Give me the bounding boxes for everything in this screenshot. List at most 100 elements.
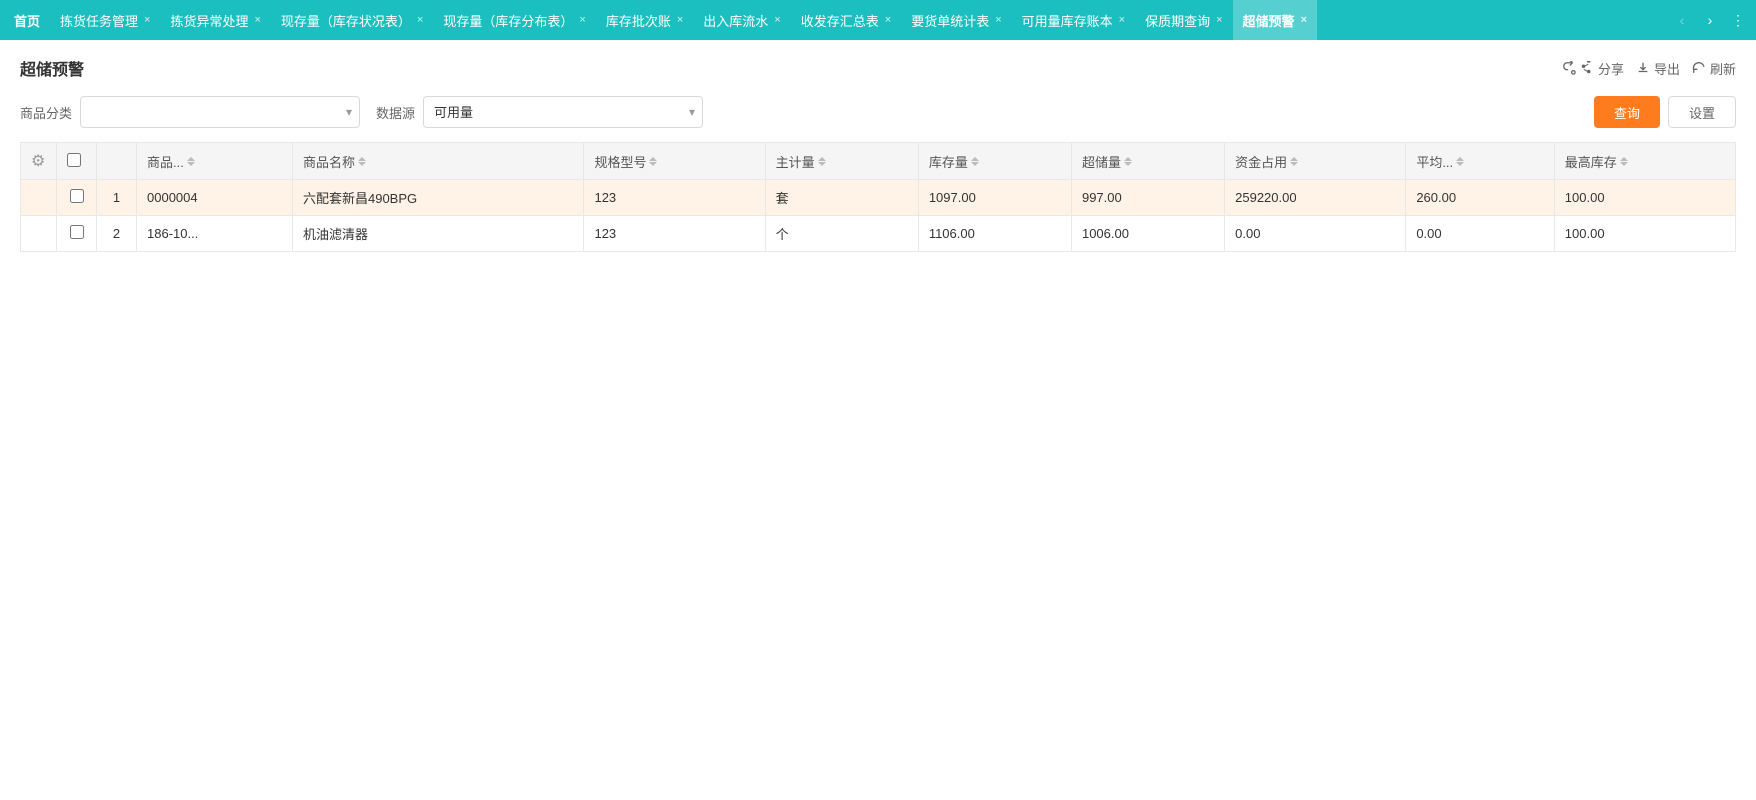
nav-tab-2-label: 拣货异常处理 [170,11,248,30]
row-max: 100.00 [1554,216,1735,252]
nav-tab-8[interactable]: 要货单统计表 × [901,0,1011,40]
nav-tab-2-close[interactable]: × [254,14,260,26]
nav-tab-11-close[interactable]: × [1301,14,1307,26]
sort-icon-spec [649,157,657,166]
th-over: 超储量 [1071,143,1224,180]
nav-tab-4-close[interactable]: × [579,14,585,26]
sort-unit[interactable]: 主计量 [776,152,826,171]
filter-buttons: 查询 设置 [1594,96,1736,128]
row-unit: 套 [765,180,918,216]
category-select-wrapper: ▾ [80,96,360,128]
nav-tab-8-close[interactable]: × [995,14,1001,26]
sort-up-icon [187,157,195,161]
row-checkbox-cell [57,180,97,216]
th-spec: 规格型号 [584,143,765,180]
category-filter-group: 商品分类 ▾ [20,96,360,128]
sort-down-icon [358,162,366,166]
nav-tab-5-label: 库存批次账 [606,11,671,30]
nav-tab-6[interactable]: 出入库流水 × [693,0,790,40]
gear-icon[interactable]: ⚙ [31,153,45,170]
sort-avg[interactable]: 平均... [1416,152,1464,171]
row-checkbox-cell [57,216,97,252]
nav-arrow-more[interactable]: ⋮ [1724,0,1752,40]
th-gear: ⚙ [21,143,57,180]
row-name: 六配套新昌490BPG [292,180,583,216]
nav-tab-10-close[interactable]: × [1216,14,1222,26]
nav-tab-5[interactable]: 库存批次账 × [596,0,693,40]
row-capital: 259220.00 [1225,180,1406,216]
nav-tab-7[interactable]: 收发存汇总表 × [791,0,901,40]
refresh-label: 刷新 [1710,59,1736,78]
nav-tab-1-label: 拣货任务管理 [60,11,138,30]
export-label: 导出 [1654,59,1680,78]
datasource-label: 数据源 [376,103,415,122]
category-label: 商品分类 [20,103,72,122]
sort-stock[interactable]: 库存量 [929,152,979,171]
sort-up-icon [1290,157,1298,161]
row-avg: 0.00 [1406,216,1554,252]
sort-down-icon [818,162,826,166]
row-checkbox[interactable] [70,225,84,239]
nav-tab-7-close[interactable]: × [885,14,891,26]
nav-arrow-right[interactable]: › [1696,0,1724,40]
th-stock: 库存量 [918,143,1071,180]
sort-name[interactable]: 商品名称 [303,152,366,171]
nav-arrows: ‹ › ⋮ [1668,0,1752,40]
export-action[interactable]: 导出 [1636,59,1680,78]
nav-tab-3-close[interactable]: × [417,14,423,26]
sort-spec[interactable]: 规格型号 [594,152,657,171]
category-select[interactable] [80,96,360,128]
page-header: 超储预警 分享 导出 [20,56,1736,80]
share-action[interactable]: 分享 [1562,59,1624,78]
th-unit: 主计量 [765,143,918,180]
nav-tab-1[interactable]: 拣货任务管理 × [50,0,160,40]
sort-over[interactable]: 超储量 [1082,152,1132,171]
table-header: ⚙ 商品... 商品名称 [21,143,1736,180]
select-all-checkbox[interactable] [67,153,81,167]
sort-icon-avg [1456,157,1464,166]
nav-tab-10-label: 保质期查询 [1145,11,1210,30]
nav-tab-11[interactable]: 超储预警 × [1233,0,1317,40]
nav-home-label: 首页 [14,11,40,30]
th-index [97,143,137,180]
sort-up-icon [358,157,366,161]
row-capital: 0.00 [1225,216,1406,252]
sort-down-icon [1620,162,1628,166]
share-icon [1562,61,1576,75]
row-stock: 1097.00 [918,180,1071,216]
share-label: 分享 [1598,59,1624,78]
row-code: 186-10... [137,216,293,252]
settings-button[interactable]: 设置 [1668,96,1736,128]
nav-tab-home[interactable]: 首页 [4,0,50,40]
table-body: 1 0000004 六配套新昌490BPG 123 套 1097.00 997.… [21,180,1736,252]
export-icon [1636,61,1650,75]
nav-tab-6-close[interactable]: × [774,14,780,26]
table-row: 2 186-10... 机油滤清器 123 个 1106.00 1006.00 … [21,216,1736,252]
nav-tab-10[interactable]: 保质期查询 × [1135,0,1232,40]
nav-tab-4[interactable]: 现存量（库存分布表） × [433,0,595,40]
nav-arrow-left[interactable]: ‹ [1668,0,1696,40]
nav-tab-5-close[interactable]: × [677,14,683,26]
nav-tab-3[interactable]: 现存量（库存状况表） × [271,0,433,40]
sort-icon-stock [971,157,979,166]
sort-up-icon [818,157,826,161]
nav-tab-3-label: 现存量（库存状况表） [281,11,411,30]
row-checkbox[interactable] [70,189,84,203]
row-unit: 个 [765,216,918,252]
sort-code[interactable]: 商品... [147,152,195,171]
sort-up-icon [1124,157,1132,161]
th-over-label: 超储量 [1082,152,1121,171]
sort-capital[interactable]: 资金占用 [1235,152,1298,171]
refresh-action[interactable]: 刷新 [1692,59,1736,78]
row-index: 2 [97,216,137,252]
nav-tab-2[interactable]: 拣货异常处理 × [160,0,270,40]
row-spec: 123 [584,180,765,216]
datasource-select[interactable]: 可用量 库存量 [423,96,703,128]
nav-tab-9-close[interactable]: × [1119,14,1125,26]
query-button[interactable]: 查询 [1594,96,1660,128]
filter-bar: 商品分类 ▾ 数据源 可用量 库存量 ▾ 查询 设置 [20,96,1736,128]
nav-tab-1-close[interactable]: × [144,14,150,26]
nav-tab-9[interactable]: 可用量库存账本 × [1012,0,1135,40]
sort-down-icon [1124,162,1132,166]
sort-max[interactable]: 最高库存 [1565,152,1628,171]
